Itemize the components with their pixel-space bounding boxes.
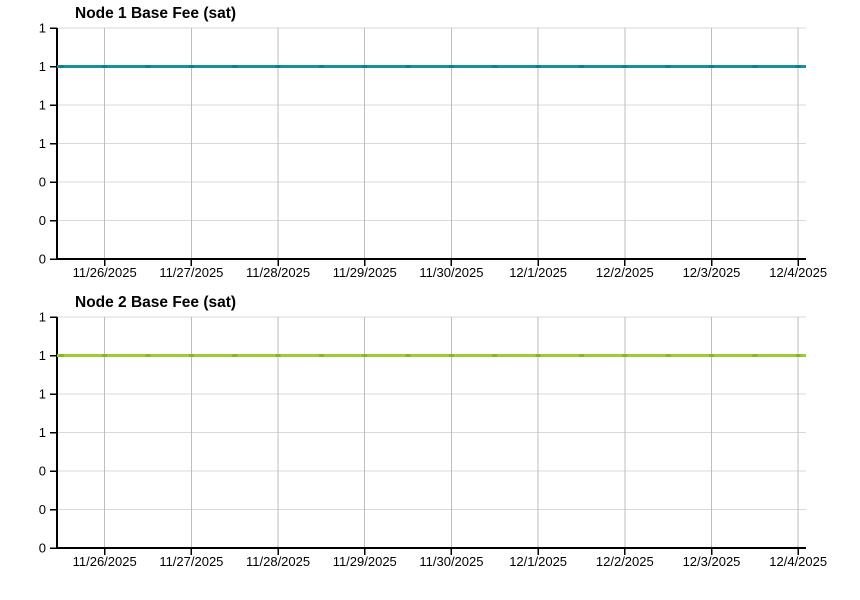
y-tick-label: 1 [39,425,46,440]
y-tick-label: 1 [39,59,46,74]
x-tick-label: 11/28/2025 [246,265,310,280]
x-tick-label: 12/2/2025 [596,265,654,280]
y-tick-label: 1 [39,310,46,325]
x-tick-label: 11/28/2025 [246,554,310,569]
x-tick-label: 12/4/2025 [769,554,827,569]
y-tick-label: 1 [39,348,46,363]
y-tick-label: 0 [39,502,46,517]
y-tick-label: 0 [39,175,46,190]
x-tick-label: 11/27/2025 [159,554,223,569]
charts-page: Node 1 Base Fee (sat) 1 1 1 1 0 0 0 11/26/2025 1… [0,0,860,600]
y-tick-label: 0 [39,213,46,228]
y-tick-label: 1 [39,387,46,402]
x-tick-label: 11/26/2025 [73,265,137,280]
x-tick-label: 11/29/2025 [333,554,397,569]
x-tick-label: 11/30/2025 [419,554,483,569]
node-2-base-fee-chart: 1 1 1 1 0 0 0 11/26/2025 11/27/2025 11/28/2025 11/… [39,310,827,570]
y-tick-label: 1 [39,98,46,113]
x-tick-label: 11/30/2025 [419,265,483,280]
x-tick-label: 12/3/2025 [683,554,741,569]
y-tick-label: 0 [39,541,46,556]
x-tick-label: 12/4/2025 [769,265,827,280]
x-tick-label: 11/26/2025 [73,554,137,569]
x-tick-label: 11/27/2025 [159,265,223,280]
y-tick-label: 0 [39,252,46,267]
x-tick-label: 12/1/2025 [509,554,567,569]
x-tick-label: 12/3/2025 [683,265,741,280]
y-tick-label: 0 [39,464,46,479]
x-tick-label: 12/1/2025 [509,265,567,280]
x-tick-label: 11/29/2025 [333,265,397,280]
x-tick-label: 12/2/2025 [596,554,654,569]
y-tick-label: 1 [39,136,46,151]
y-tick-label: 1 [39,21,46,36]
node-1-base-fee-chart: 1 1 1 1 0 0 0 11/26/2025 11/27/2025 11/28/2025 11/… [39,21,827,281]
